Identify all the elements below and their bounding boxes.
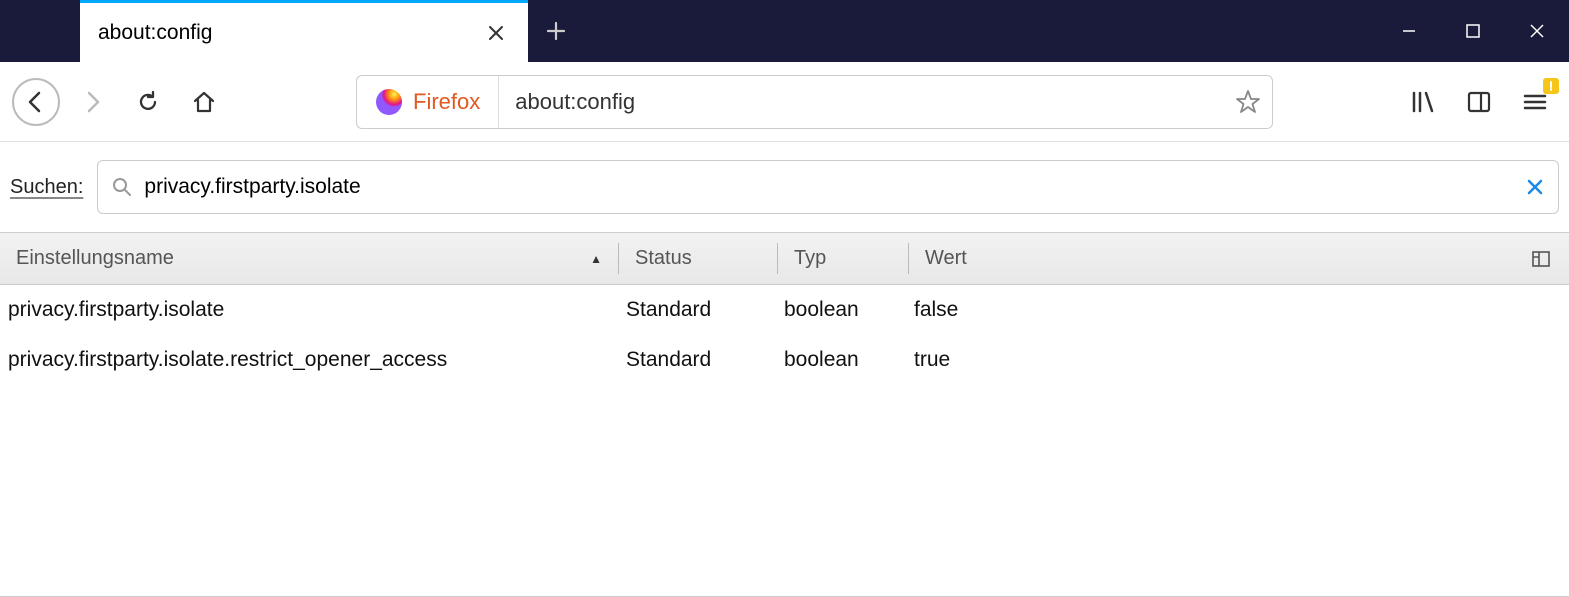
url-bar[interactable]: Firefox	[356, 75, 1273, 129]
cell-status: Standard	[618, 348, 776, 372]
library-icon[interactable]	[1401, 80, 1445, 124]
minimize-button[interactable]	[1377, 0, 1441, 62]
config-search-row: Suchen:	[0, 142, 1569, 232]
titlebar: about:config	[0, 0, 1569, 62]
clear-search-icon[interactable]	[1526, 178, 1544, 196]
sidebar-icon[interactable]	[1457, 80, 1501, 124]
maximize-button[interactable]	[1441, 0, 1505, 62]
tab-strip-spacer	[0, 0, 80, 62]
back-button[interactable]	[12, 78, 60, 126]
table-row[interactable]: privacy.firstparty.isolate.restrict_open…	[0, 335, 1569, 385]
firefox-icon	[375, 88, 403, 116]
search-input[interactable]	[144, 175, 1514, 199]
menu-button[interactable]	[1513, 80, 1557, 124]
reload-button[interactable]	[124, 78, 172, 126]
tab-title: about:config	[98, 21, 482, 45]
bookmark-star-icon[interactable]	[1224, 89, 1272, 115]
sort-asc-icon: ▲	[590, 252, 602, 266]
cell-status: Standard	[618, 298, 776, 322]
brand-label: Firefox	[413, 89, 480, 115]
search-icon	[112, 177, 132, 197]
notification-badge-icon	[1543, 78, 1559, 94]
cell-type: boolean	[776, 298, 906, 322]
forward-button[interactable]	[68, 78, 116, 126]
search-label: Suchen:	[10, 176, 83, 199]
cell-value: true	[906, 348, 1569, 372]
navigation-toolbar: Firefox	[0, 62, 1569, 142]
window-controls	[1377, 0, 1569, 62]
cell-name: privacy.firstparty.isolate.restrict_open…	[0, 348, 618, 372]
prefs-table: Einstellungsname ▲ Status Typ Wert priva…	[0, 232, 1569, 597]
table-body: privacy.firstparty.isolate Standard bool…	[0, 285, 1569, 385]
cell-name: privacy.firstparty.isolate	[0, 298, 618, 322]
close-window-button[interactable]	[1505, 0, 1569, 62]
column-label: Status	[635, 247, 692, 270]
new-tab-button[interactable]	[528, 0, 584, 62]
column-picker-button[interactable]	[1513, 233, 1569, 284]
site-identity[interactable]: Firefox	[357, 76, 499, 128]
toolbar-right	[1401, 80, 1557, 124]
cell-type: boolean	[776, 348, 906, 372]
table-header: Einstellungsname ▲ Status Typ Wert	[0, 233, 1569, 285]
column-label: Typ	[794, 247, 826, 270]
browser-tab[interactable]: about:config	[80, 0, 528, 62]
table-row[interactable]: privacy.firstparty.isolate Standard bool…	[0, 285, 1569, 335]
close-tab-icon[interactable]	[482, 19, 510, 47]
cell-value: false	[906, 298, 1569, 322]
url-input[interactable]	[499, 89, 1224, 115]
search-box[interactable]	[97, 160, 1559, 214]
column-header-name[interactable]: Einstellungsname ▲	[0, 233, 618, 284]
column-label: Einstellungsname	[16, 247, 174, 270]
column-label: Wert	[925, 247, 967, 270]
home-button[interactable]	[180, 78, 228, 126]
column-header-status[interactable]: Status	[619, 233, 777, 284]
column-header-value[interactable]: Wert	[909, 233, 1513, 284]
column-header-type[interactable]: Typ	[778, 233, 908, 284]
